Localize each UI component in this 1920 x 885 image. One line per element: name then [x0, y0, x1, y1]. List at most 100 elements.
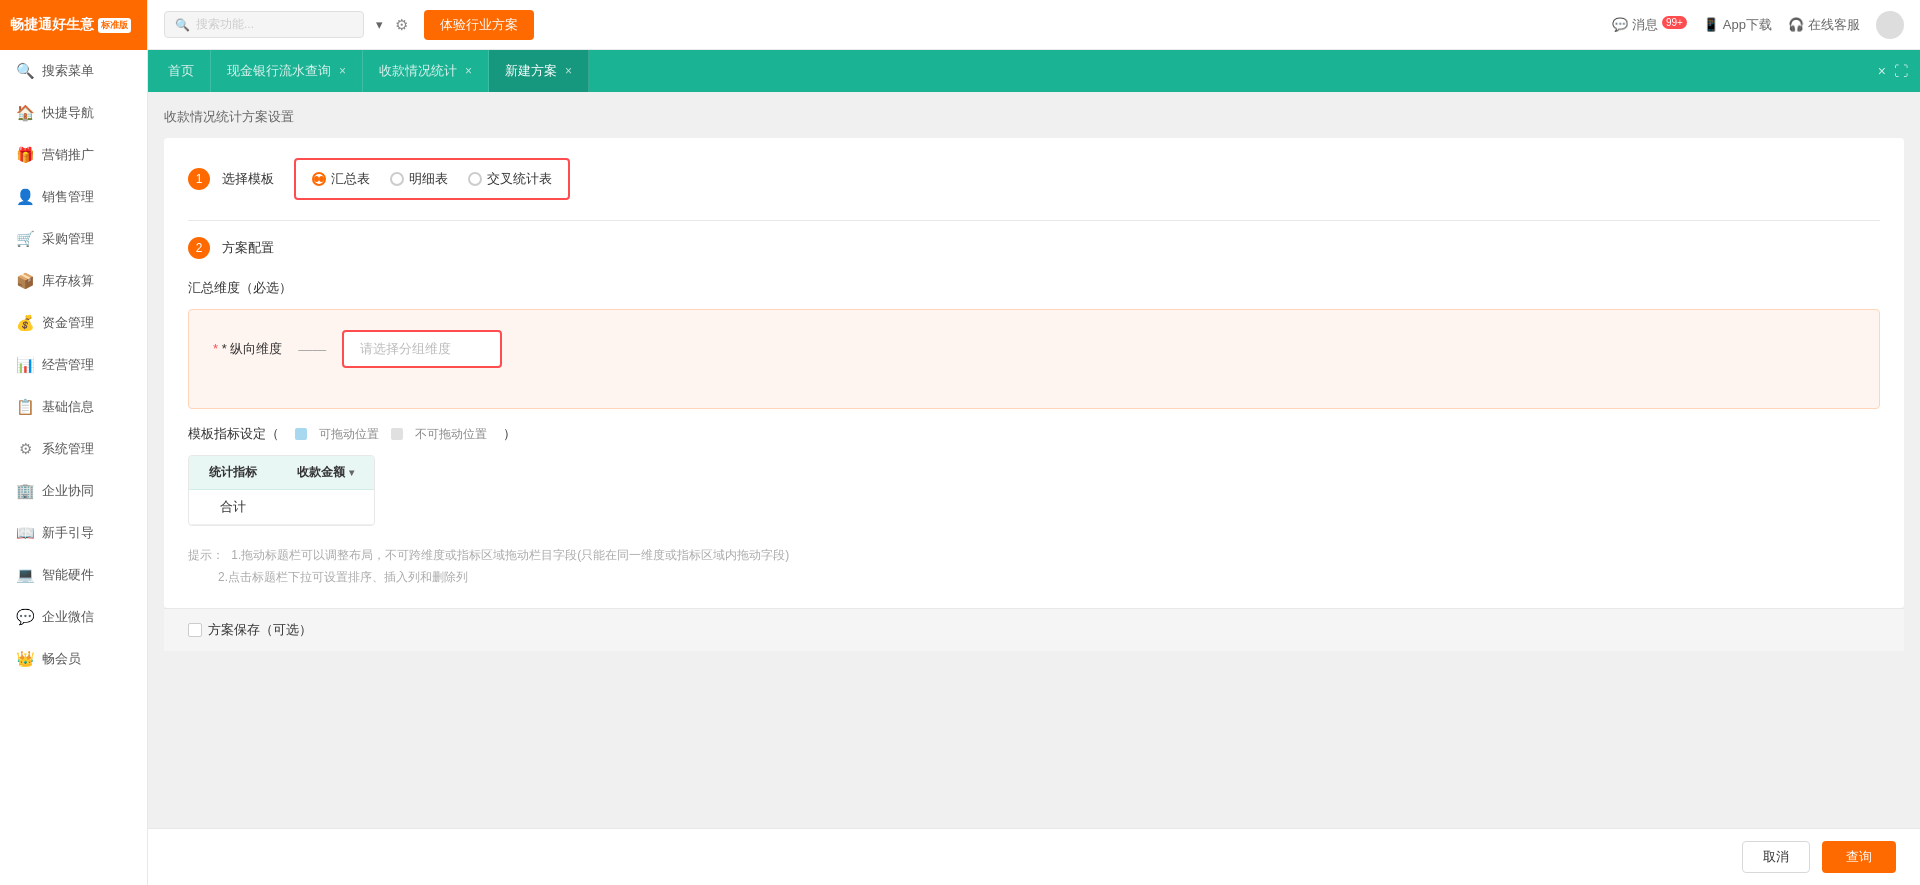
- metrics-header: 模板指标设定（ 可拖动位置 不可拖动位置 ）: [188, 425, 1880, 443]
- amount-header-cell: 收款金额 ▾: [297, 464, 354, 481]
- sidebar-item-operations[interactable]: 📊 经营管理: [0, 344, 147, 386]
- total-row: 合计: [189, 490, 374, 525]
- amount-dropdown-icon[interactable]: ▾: [349, 467, 354, 478]
- search-bar[interactable]: 🔍 搜索功能...: [164, 11, 364, 38]
- fixed-legend-dot: [391, 428, 403, 440]
- search-menu-icon: 🔍: [16, 62, 34, 80]
- save-checkbox-label: 方案保存（可选）: [208, 621, 312, 639]
- main-area: 🔍 搜索功能... ▾ ⚙ 体验行业方案 💬 消息 99+ 📱 App下载 🎧 …: [148, 0, 1920, 885]
- dimension-selector[interactable]: 请选择分组维度: [342, 330, 502, 368]
- stats-col-label: 统计指标: [209, 465, 257, 479]
- sidebar-item-purchase[interactable]: 🛒 采购管理: [0, 218, 147, 260]
- settings-icon[interactable]: ⚙: [395, 16, 408, 34]
- service-icon: 🎧: [1788, 17, 1804, 32]
- sidebar-item-label: 经营管理: [42, 356, 94, 374]
- dimension-area: * * 纵向维度 —— 请选择分组维度: [188, 309, 1880, 409]
- doc-icon: 📋: [16, 398, 34, 416]
- user-avatar[interactable]: [1876, 11, 1904, 39]
- radio-summary-label: 汇总表: [331, 170, 370, 188]
- notification-item[interactable]: 💬 消息 99+: [1612, 16, 1687, 34]
- sidebar-item-guide[interactable]: 📖 新手引导: [0, 512, 147, 554]
- sidebar-item-system[interactable]: ⚙ 系统管理: [0, 428, 147, 470]
- sidebar-item-member[interactable]: 👑 畅会员: [0, 638, 147, 680]
- step1-row: 1 选择模板 汇总表 明细表: [188, 158, 1880, 200]
- tip-prefix: 提示：: [188, 548, 224, 562]
- content-area: 收款情况统计方案设置 1 选择模板 汇总表: [148, 92, 1920, 828]
- sidebar-item-smart-hw[interactable]: 💻 智能硬件: [0, 554, 147, 596]
- sidebar-item-marketing[interactable]: 🎁 营销推广: [0, 134, 147, 176]
- sidebar-item-quick-nav[interactable]: 🏠 快捷导航: [0, 92, 147, 134]
- tabs-bar: 首页 现金银行流水查询 × 收款情况统计 × 新建方案 × × ⛶: [148, 50, 1920, 92]
- message-icon: 💬: [1612, 17, 1628, 32]
- tab-receipt-stats-label: 收款情况统计: [379, 62, 457, 80]
- tab-receipt-stats-close[interactable]: ×: [465, 64, 472, 78]
- dropdown-icon[interactable]: ▾: [376, 17, 383, 32]
- amount-column-header[interactable]: 收款金额 ▾: [277, 456, 374, 490]
- radio-detail-label: 明细表: [409, 170, 448, 188]
- sidebar-item-label: 基础信息: [42, 398, 94, 416]
- sidebar-item-label: 采购管理: [42, 230, 94, 248]
- draggable-label: 可拖动位置: [319, 426, 379, 443]
- query-button[interactable]: 查询: [1822, 841, 1896, 873]
- metrics-close: ）: [503, 425, 516, 443]
- total-value: [277, 490, 374, 525]
- search-icon: 🔍: [175, 18, 190, 32]
- radio-summary[interactable]: 汇总表: [312, 170, 370, 188]
- gear-icon: ⚙: [16, 440, 34, 458]
- sidebar-item-label: 库存核算: [42, 272, 94, 290]
- sidebar-item-funds[interactable]: 💰 资金管理: [0, 302, 147, 344]
- service-item[interactable]: 🎧 在线客服: [1788, 16, 1860, 34]
- main-card: 1 选择模板 汇总表 明细表: [164, 138, 1904, 608]
- tab-bank-flow-close[interactable]: ×: [339, 64, 346, 78]
- sidebar-item-label: 营销推广: [42, 146, 94, 164]
- footer-bar: 取消 查询: [148, 828, 1920, 885]
- notification-label: 消息: [1632, 16, 1658, 34]
- tab-new-plan-close[interactable]: ×: [565, 64, 572, 78]
- step1-label: 选择模板: [222, 170, 274, 188]
- tab-home-label: 首页: [168, 62, 194, 80]
- sidebar-item-search-menu[interactable]: 🔍 搜索菜单: [0, 50, 147, 92]
- radio-summary-dot: [312, 172, 326, 186]
- tab-bank-flow[interactable]: 现金银行流水查询 ×: [211, 50, 363, 92]
- sidebar: 畅捷通好生意 标准版 🔍 搜索菜单 🏠 快捷导航 🎁 营销推广 👤 销售管理 🛒…: [0, 0, 148, 885]
- radio-detail[interactable]: 明细表: [390, 170, 448, 188]
- radio-cross[interactable]: 交叉统计表: [468, 170, 552, 188]
- step2-badge: 2: [188, 237, 210, 259]
- tab-new-plan[interactable]: 新建方案 ×: [489, 50, 589, 92]
- maximize-button[interactable]: ⛶: [1894, 63, 1908, 79]
- tab-receipt-stats[interactable]: 收款情况统计 ×: [363, 50, 489, 92]
- crown-icon: 👑: [16, 650, 34, 668]
- laptop-icon: 💻: [16, 566, 34, 584]
- download-label: App下载: [1723, 16, 1772, 34]
- download-icon: 📱: [1703, 17, 1719, 32]
- money-icon: 💰: [16, 314, 34, 332]
- dimension-row: * * 纵向维度 —— 请选择分组维度: [213, 330, 1855, 368]
- cancel-button[interactable]: 取消: [1742, 841, 1810, 873]
- save-checkbox-box[interactable]: [188, 623, 202, 637]
- cart-icon: 🛒: [16, 230, 34, 248]
- sidebar-item-enterprise[interactable]: 🏢 企业协同: [0, 470, 147, 512]
- sidebar-item-sales[interactable]: 👤 销售管理: [0, 176, 147, 218]
- sidebar-item-inventory[interactable]: 📦 库存核算: [0, 260, 147, 302]
- radio-detail-dot: [390, 172, 404, 186]
- service-label: 在线客服: [1808, 16, 1860, 34]
- amount-label: 收款金额: [297, 464, 345, 481]
- vertical-dim-label: * * 纵向维度: [213, 340, 282, 358]
- arrow: ——: [298, 341, 326, 357]
- sidebar-item-label: 系统管理: [42, 440, 94, 458]
- logo-badge: 标准版: [98, 18, 131, 33]
- save-checkbox[interactable]: 方案保存（可选）: [188, 621, 312, 639]
- tab-home[interactable]: 首页: [148, 50, 211, 92]
- dimension-title: 汇总维度（必选）: [188, 279, 1880, 297]
- download-item[interactable]: 📱 App下载: [1703, 16, 1772, 34]
- bottom-bar: 方案保存（可选）: [164, 608, 1904, 651]
- search-placeholder: 搜索功能...: [196, 16, 254, 33]
- sidebar-item-label: 畅会员: [42, 650, 81, 668]
- sidebar-item-label: 资金管理: [42, 314, 94, 332]
- industry-button[interactable]: 体验行业方案: [424, 10, 534, 40]
- sidebar-item-basic-info[interactable]: 📋 基础信息: [0, 386, 147, 428]
- minimize-button[interactable]: ×: [1878, 63, 1886, 79]
- sidebar-item-weixin[interactable]: 💬 企业微信: [0, 596, 147, 638]
- topbar: 🔍 搜索功能... ▾ ⚙ 体验行业方案 💬 消息 99+ 📱 App下载 🎧 …: [148, 0, 1920, 50]
- tab-new-plan-label: 新建方案: [505, 62, 557, 80]
